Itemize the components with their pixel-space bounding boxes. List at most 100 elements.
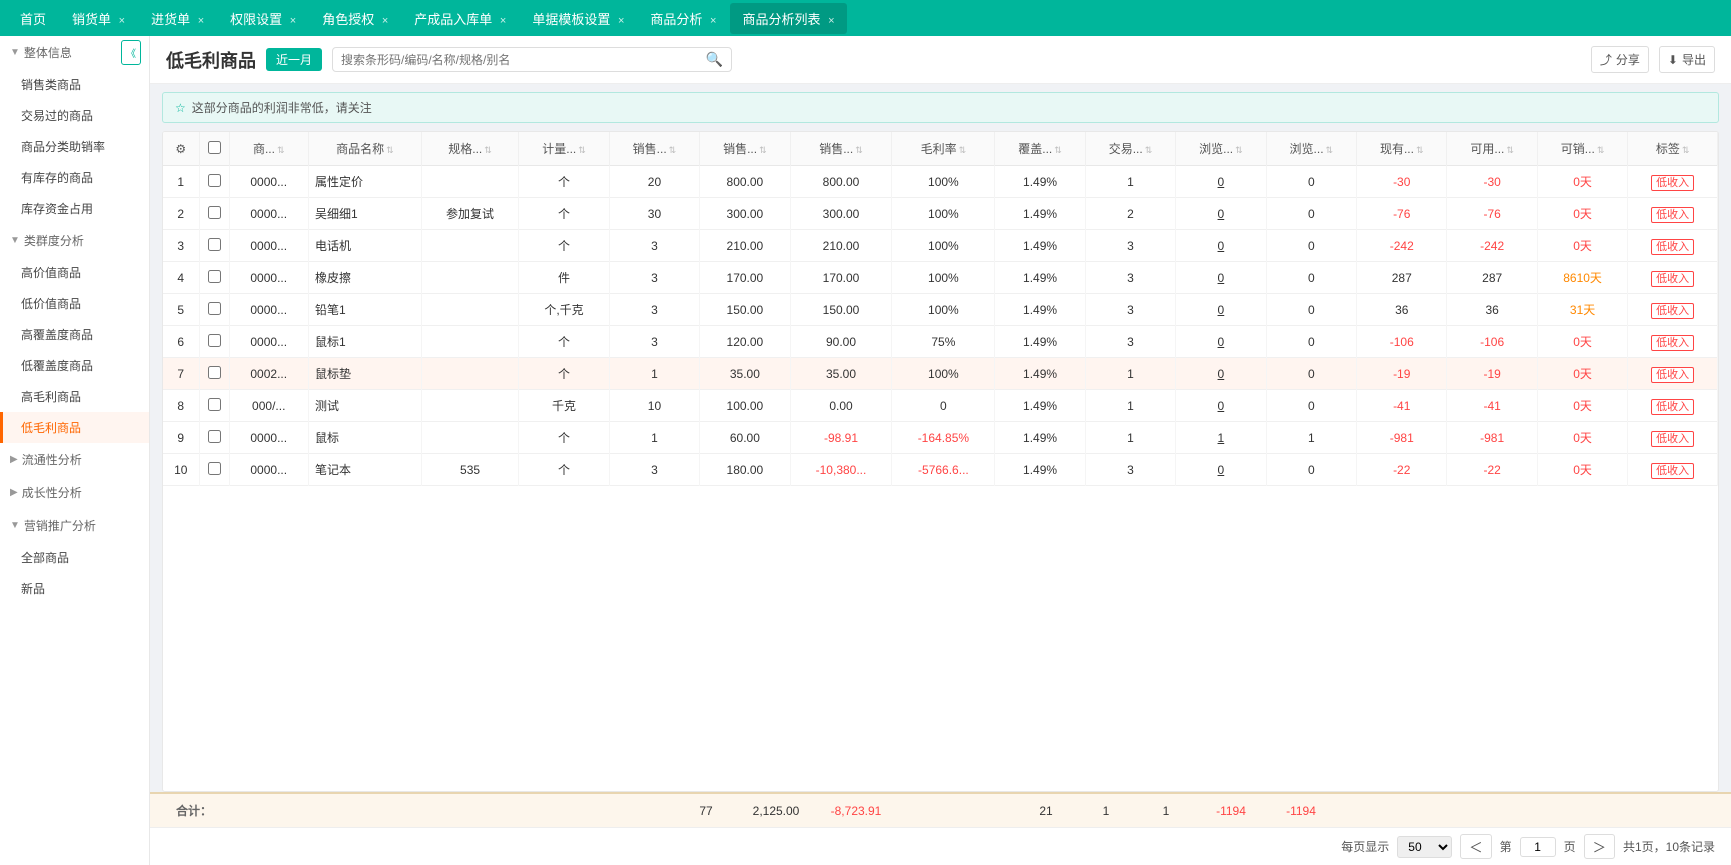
col-current-stock[interactable]: 现有...⇅ (1357, 132, 1447, 166)
row-checkbox[interactable] (199, 454, 229, 486)
col-sale-price[interactable]: 销售...⇅ (700, 132, 790, 166)
row-select-checkbox[interactable] (208, 238, 221, 251)
row-checkbox[interactable] (199, 294, 229, 326)
col-sale-amount[interactable]: 销售...⇅ (790, 132, 892, 166)
sidebar-item-sales-goods[interactable]: 销售类商品 (0, 69, 149, 100)
row-sale-amount: 90.00 (790, 326, 892, 358)
col-name[interactable]: 商品名称⇅ (308, 132, 421, 166)
sidebar-item-stocked-goods[interactable]: 有库存的商品 (0, 162, 149, 193)
sidebar-item-high-value[interactable]: 高价值商品 (0, 257, 149, 288)
sidebar-item-high-coverage[interactable]: 高覆盖度商品 (0, 319, 149, 350)
sidebar-group-marketing[interactable]: ▼ 营销推广分析 (0, 509, 149, 542)
nav-roles[interactable]: 角色授权 × (310, 3, 400, 34)
sidebar-group-cluster[interactable]: ▼ 类群度分析 (0, 224, 149, 257)
browse-link[interactable]: 0 (1218, 367, 1225, 381)
sidebar-item-all-goods[interactable]: 全部商品 (0, 542, 149, 573)
nav-permissions[interactable]: 权限设置 × (218, 3, 308, 34)
sidebar-group-overall[interactable]: ▼ 整体信息 (0, 36, 82, 69)
close-roles-icon[interactable]: × (382, 15, 388, 27)
row-checkbox[interactable] (199, 358, 229, 390)
col-tag[interactable]: 标签⇅ (1628, 132, 1718, 166)
col-browse2[interactable]: 浏览...⇅ (1266, 132, 1356, 166)
close-templates-icon[interactable]: × (618, 15, 624, 27)
browse-link[interactable]: 0 (1218, 207, 1225, 221)
select-all-checkbox[interactable] (208, 141, 221, 154)
col-unit[interactable]: 计量...⇅ (519, 132, 609, 166)
row-coverage: 1.49% (995, 198, 1085, 230)
close-analysis-icon[interactable]: × (710, 15, 716, 27)
sidebar-group-growth[interactable]: ▶ 成长性分析 (0, 476, 149, 509)
col-checkbox[interactable] (199, 132, 229, 166)
close-products-icon[interactable]: × (500, 15, 506, 27)
browse-link[interactable]: 0 (1218, 335, 1225, 349)
col-spec[interactable]: 规格...⇅ (421, 132, 519, 166)
row-select-checkbox[interactable] (208, 302, 221, 315)
row-select-checkbox[interactable] (208, 206, 221, 219)
next-page-btn[interactable]: ＞ (1584, 834, 1615, 859)
search-input[interactable] (341, 53, 706, 67)
per-page-select[interactable]: 50 100 200 (1397, 836, 1452, 858)
row-tag: 低收入 (1628, 326, 1718, 358)
row-select-checkbox[interactable] (208, 270, 221, 283)
search-icon[interactable]: 🔍 (706, 51, 723, 68)
nav-purchase[interactable]: 进货单 × (139, 3, 216, 34)
nav-products[interactable]: 产成品入库单 × (402, 3, 518, 34)
close-sales-icon[interactable]: × (119, 15, 125, 27)
sidebar-group-circulation[interactable]: ▶ 流通性分析 (0, 443, 149, 476)
row-select-checkbox[interactable] (208, 462, 221, 475)
page-input[interactable] (1520, 837, 1556, 857)
row-select-checkbox[interactable] (208, 366, 221, 379)
row-checkbox[interactable] (199, 166, 229, 198)
browse-link[interactable]: 0 (1218, 303, 1225, 317)
browse-link[interactable]: 0 (1218, 239, 1225, 253)
nav-analysis-list[interactable]: 商品分析列表 × (730, 3, 846, 34)
row-checkbox[interactable] (199, 230, 229, 262)
col-saleable[interactable]: 可销...⇅ (1537, 132, 1627, 166)
prev-page-btn[interactable]: ＜ (1460, 834, 1491, 859)
date-filter-btn[interactable]: 近一月 (266, 48, 322, 71)
col-browse1[interactable]: 浏览...⇅ (1176, 132, 1266, 166)
row-checkbox[interactable] (199, 198, 229, 230)
browse-link[interactable]: 0 (1218, 175, 1225, 189)
browse-link[interactable]: 1 (1218, 431, 1225, 445)
sidebar-item-capital[interactable]: 库存资金占用 (0, 193, 149, 224)
sidebar-item-high-margin[interactable]: 高毛利商品 (0, 381, 149, 412)
row-saleable: 0天 (1537, 422, 1627, 454)
sidebar-collapse-btn[interactable]: 《 (121, 40, 141, 65)
col-coverage[interactable]: 覆盖...⇅ (995, 132, 1085, 166)
row-select-checkbox[interactable] (208, 430, 221, 443)
close-purchase-icon[interactable]: × (198, 15, 204, 27)
col-gross-margin[interactable]: 毛利率⇅ (892, 132, 995, 166)
col-available[interactable]: 可用...⇅ (1447, 132, 1537, 166)
nav-sales[interactable]: 销货单 × (60, 3, 137, 34)
nav-home[interactable]: 首页 (8, 3, 58, 34)
sidebar-item-new-goods[interactable]: 新品 (0, 573, 149, 604)
browse-link[interactable]: 0 (1218, 463, 1225, 477)
export-btn[interactable]: ⬇ 导出 (1659, 46, 1715, 73)
nav-templates[interactable]: 单据模板设置 × (520, 3, 636, 34)
row-select-checkbox[interactable] (208, 334, 221, 347)
sidebar-item-low-coverage[interactable]: 低覆盖度商品 (0, 350, 149, 381)
share-btn[interactable]: ⤴ 分享 (1591, 46, 1649, 73)
sidebar-item-traded-goods[interactable]: 交易过的商品 (0, 100, 149, 131)
sidebar-item-category-rate[interactable]: 商品分类助销率 (0, 131, 149, 162)
row-checkbox[interactable] (199, 390, 229, 422)
nav-analysis[interactable]: 商品分析 × (638, 3, 728, 34)
close-permissions-icon[interactable]: × (290, 15, 296, 27)
row-unit: 个,千克 (519, 294, 609, 326)
sidebar-item-low-value[interactable]: 低价值商品 (0, 288, 149, 319)
row-checkbox[interactable] (199, 326, 229, 358)
browse-link[interactable]: 0 (1218, 271, 1225, 285)
col-code[interactable]: 商...⇅ (229, 132, 308, 166)
col-settings[interactable]: ⚙ (163, 132, 199, 166)
close-analysis-list-icon[interactable]: × (828, 15, 834, 27)
col-trade[interactable]: 交易...⇅ (1085, 132, 1175, 166)
row-checkbox[interactable] (199, 262, 229, 294)
row-select-checkbox[interactable] (208, 398, 221, 411)
sidebar-item-low-margin[interactable]: 低毛利商品 (0, 412, 149, 443)
row-select-checkbox[interactable] (208, 174, 221, 187)
row-checkbox[interactable] (199, 422, 229, 454)
col-sale-qty[interactable]: 销售...⇅ (609, 132, 699, 166)
browse-link[interactable]: 0 (1218, 399, 1225, 413)
row-gross-margin: 100% (892, 358, 995, 390)
